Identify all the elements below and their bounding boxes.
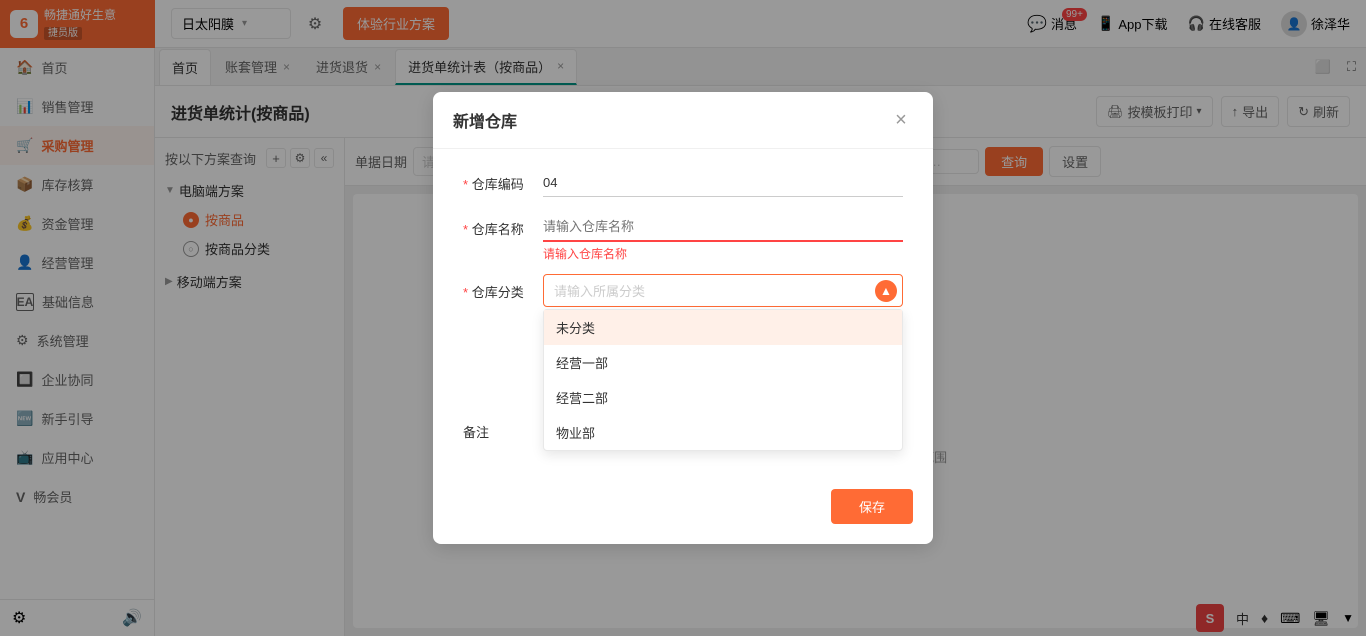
category-option-uncategorized[interactable]: 未分类 [544, 310, 902, 345]
warehouse-name-label: 仓库名称 [472, 222, 524, 237]
category-dropdown-list: 未分类 经营一部 经营二部 物业部 [543, 309, 903, 451]
category-option-dept1[interactable]: 经营一部 [544, 345, 902, 380]
category-dropdown-arrow[interactable]: ▲ [875, 280, 897, 302]
save-button[interactable]: 保存 [831, 489, 913, 524]
dialog-close-button[interactable]: × [889, 108, 913, 132]
new-warehouse-dialog: 新增仓库 × * 仓库编码 * 仓库名称 [433, 92, 933, 544]
warehouse-code-label: 仓库编码 [472, 177, 524, 192]
modal-overlay: 新增仓库 × * 仓库编码 * 仓库名称 [0, 0, 1366, 636]
warehouse-category-label: 仓库分类 [472, 285, 524, 300]
warehouse-code-input[interactable] [543, 169, 903, 197]
remarks-label: 备注 [463, 425, 489, 440]
warehouse-name-input[interactable] [543, 213, 903, 242]
category-option-property[interactable]: 物业部 [544, 415, 902, 450]
warehouse-name-error: 请输入仓库名称 [543, 245, 903, 262]
dialog-title: 新增仓库 [453, 108, 517, 132]
category-dropdown-input[interactable]: 请输入所属分类 [543, 274, 903, 307]
category-option-dept2[interactable]: 经营二部 [544, 380, 902, 415]
required-star-1: * [463, 177, 468, 192]
required-star-3: * [463, 285, 468, 300]
required-star-2: * [463, 222, 468, 237]
